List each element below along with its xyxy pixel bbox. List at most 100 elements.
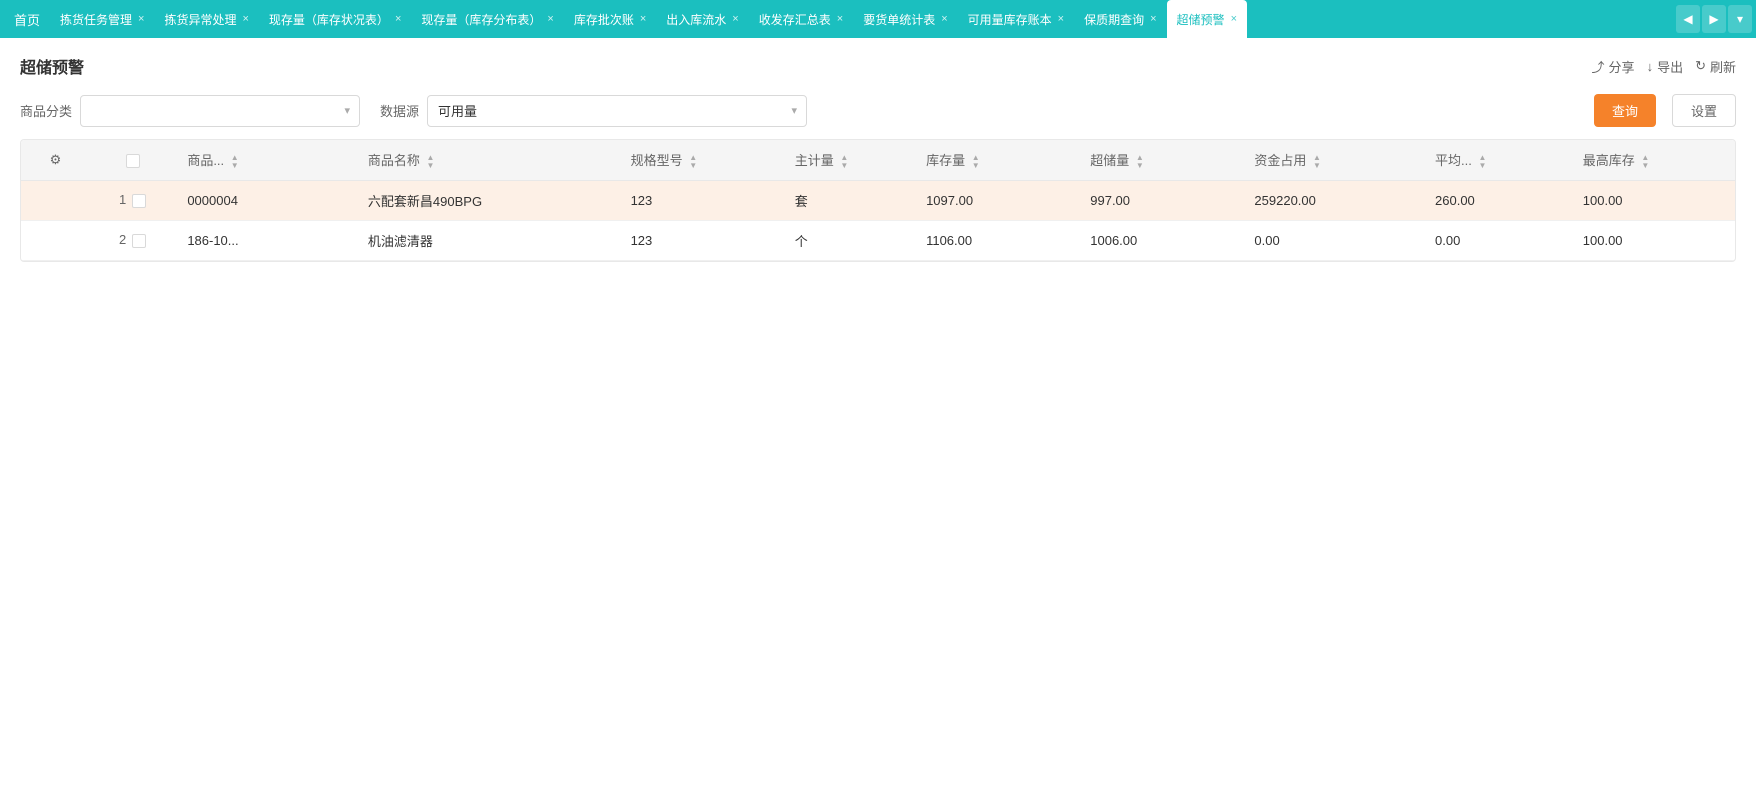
- nav-item-stock-status[interactable]: 现存量（库存状况表）×: [259, 0, 411, 38]
- nav-item-abnormal[interactable]: 拣货异常处理×: [154, 0, 258, 38]
- col-header-fund[interactable]: 资金占用 ▲▼: [1242, 140, 1423, 180]
- datasource-select-wrapper: ▾: [427, 95, 807, 127]
- nav-close-task[interactable]: ×: [138, 13, 144, 25]
- share-icon: ⤴: [1592, 57, 1605, 76]
- nav-close-quality[interactable]: ×: [1150, 13, 1156, 25]
- datasource-select[interactable]: [427, 95, 807, 127]
- nav-arrows: ◀ ▶ ▾: [1676, 5, 1752, 33]
- nav-item-collect[interactable]: 收发存汇总表×: [749, 0, 853, 38]
- cell-fund: 259220.00: [1242, 180, 1423, 220]
- cell-avg: 260.00: [1423, 180, 1571, 220]
- nav-close-stock-dist[interactable]: ×: [547, 13, 553, 25]
- col-header-spec[interactable]: 规格型号 ▲▼: [619, 140, 783, 180]
- col-header-avg[interactable]: 平均... ▲▼: [1423, 140, 1571, 180]
- refresh-label: 刷新: [1710, 57, 1736, 76]
- table-header: ⚙ 商品... ▲▼商品名称 ▲▼规格型号 ▲▼主计量 ▲▼库存量 ▲▼超储量 ▲…: [21, 140, 1735, 180]
- share-button[interactable]: ⤴ 分享: [1592, 57, 1635, 76]
- cell-stock: 1097.00: [914, 180, 1078, 220]
- gear-icon[interactable]: ⚙: [50, 152, 62, 167]
- col-header-unit[interactable]: 主计量 ▲▼: [783, 140, 914, 180]
- cell-avg: 0.00: [1423, 220, 1571, 260]
- sort-icon-spec: ▲▼: [689, 154, 697, 170]
- cell-gear: [21, 220, 90, 260]
- cell-index-cb[interactable]: 1: [90, 180, 175, 220]
- cell-unit: 个: [783, 220, 914, 260]
- category-filter: 商品分类 ▾: [20, 95, 360, 127]
- nav-item-stock-dist[interactable]: 现存量（库存分布表）×: [411, 0, 563, 38]
- category-select-wrapper: ▾: [80, 95, 360, 127]
- nav-close-order-stat[interactable]: ×: [941, 13, 947, 25]
- page-content: 超储预警 ⤴ 分享 ↓ 导出 ↻ 刷新 商品分类 ▾ 数据源: [0, 38, 1756, 278]
- nav-item-batch[interactable]: 库存批次账×: [564, 0, 656, 38]
- cell-spec: 123: [619, 180, 783, 220]
- sort-icon-max_stock: ▲▼: [1641, 154, 1649, 170]
- cell-sku_code: 186-10...: [175, 220, 356, 260]
- nav-item-available[interactable]: 可用量库存账本×: [958, 0, 1074, 38]
- sort-icon-fund: ▲▼: [1313, 154, 1321, 170]
- top-nav: 首页拣货任务管理×拣货异常处理×现存量（库存状况表）×现存量（库存分布表）×库存…: [0, 0, 1756, 38]
- sort-icon-sku_name: ▲▼: [427, 154, 435, 170]
- share-label: 分享: [1609, 57, 1635, 76]
- category-select[interactable]: [80, 95, 360, 127]
- nav-prev-button[interactable]: ◀: [1676, 5, 1700, 33]
- col-header-overstock[interactable]: 超储量 ▲▼: [1078, 140, 1242, 180]
- row-number: 2: [119, 232, 126, 247]
- cell-spec: 123: [619, 220, 783, 260]
- col-header-sku_code[interactable]: 商品... ▲▼: [175, 140, 356, 180]
- nav-item-order-stat[interactable]: 要货单统计表×: [853, 0, 957, 38]
- col-header-max_stock[interactable]: 最高库存 ▲▼: [1571, 140, 1735, 180]
- settings-button[interactable]: 设置: [1672, 94, 1736, 127]
- cell-unit: 套: [783, 180, 914, 220]
- nav-close-available[interactable]: ×: [1058, 13, 1064, 25]
- nav-close-overstock[interactable]: ×: [1231, 13, 1237, 25]
- nav-item-overstock[interactable]: 超储预警×: [1167, 0, 1247, 38]
- col-header-stock[interactable]: 库存量 ▲▼: [914, 140, 1078, 180]
- nav-more-button[interactable]: ▾: [1728, 5, 1752, 33]
- query-button[interactable]: 查询: [1594, 94, 1656, 127]
- export-label: 导出: [1657, 57, 1683, 76]
- category-label: 商品分类: [20, 101, 72, 120]
- select-all-checkbox[interactable]: [126, 154, 140, 168]
- sort-icon-overstock: ▲▼: [1136, 154, 1144, 170]
- refresh-icon: ↻: [1695, 58, 1706, 74]
- nav-close-stock-status[interactable]: ×: [395, 13, 401, 25]
- cell-index-cb[interactable]: 2: [90, 220, 175, 260]
- cell-overstock: 1006.00: [1078, 220, 1242, 260]
- page-actions: ⤴ 分享 ↓ 导出 ↻ 刷新: [1592, 57, 1736, 76]
- row-checkbox[interactable]: [132, 194, 146, 208]
- sort-icon-stock: ▲▼: [972, 154, 980, 170]
- row-checkbox[interactable]: [132, 234, 146, 248]
- sort-icon-avg: ▲▼: [1478, 154, 1486, 170]
- nav-item-quality[interactable]: 保质期查询×: [1074, 0, 1166, 38]
- sort-icon-sku_code: ▲▼: [231, 154, 239, 170]
- nav-close-abnormal[interactable]: ×: [242, 13, 248, 25]
- export-button[interactable]: ↓ 导出: [1647, 57, 1684, 76]
- filter-area: 商品分类 ▾ 数据源 ▾ 查询 设置: [20, 94, 1736, 127]
- cell-gear: [21, 180, 90, 220]
- cell-stock: 1106.00: [914, 220, 1078, 260]
- cell-max_stock: 100.00: [1571, 220, 1735, 260]
- datasource-label: 数据源: [380, 101, 419, 120]
- cell-sku_name: 机油滤清器: [356, 220, 619, 260]
- table-row: 2186-10...机油滤清器123个1106.001006.000.000.0…: [21, 220, 1735, 260]
- col-header-sku_name[interactable]: 商品名称 ▲▼: [356, 140, 619, 180]
- col-header-checkbox[interactable]: [90, 140, 175, 180]
- cell-fund: 0.00: [1242, 220, 1423, 260]
- nav-next-button[interactable]: ▶: [1702, 5, 1726, 33]
- cell-max_stock: 100.00: [1571, 180, 1735, 220]
- datasource-filter: 数据源 ▾: [380, 95, 807, 127]
- sort-icon-unit: ▲▼: [840, 154, 848, 170]
- nav-item-task[interactable]: 拣货任务管理×: [50, 0, 154, 38]
- cell-sku_code: 0000004: [175, 180, 356, 220]
- row-number: 1: [119, 192, 126, 207]
- nav-close-collect[interactable]: ×: [837, 13, 843, 25]
- cell-sku_name: 六配套新昌490BPG: [356, 180, 619, 220]
- nav-item-home[interactable]: 首页: [4, 0, 50, 38]
- nav-item-inout[interactable]: 出入库流水×: [656, 0, 748, 38]
- nav-close-batch[interactable]: ×: [640, 13, 646, 25]
- nav-close-inout[interactable]: ×: [732, 13, 738, 25]
- table-row: 1 0000004六配套新昌490BPG123套1097.00997.002592…: [21, 180, 1735, 220]
- refresh-button[interactable]: ↻ 刷新: [1695, 57, 1736, 76]
- data-table: ⚙ 商品... ▲▼商品名称 ▲▼规格型号 ▲▼主计量 ▲▼库存量 ▲▼超储量 ▲…: [20, 139, 1736, 262]
- cell-overstock: 997.00: [1078, 180, 1242, 220]
